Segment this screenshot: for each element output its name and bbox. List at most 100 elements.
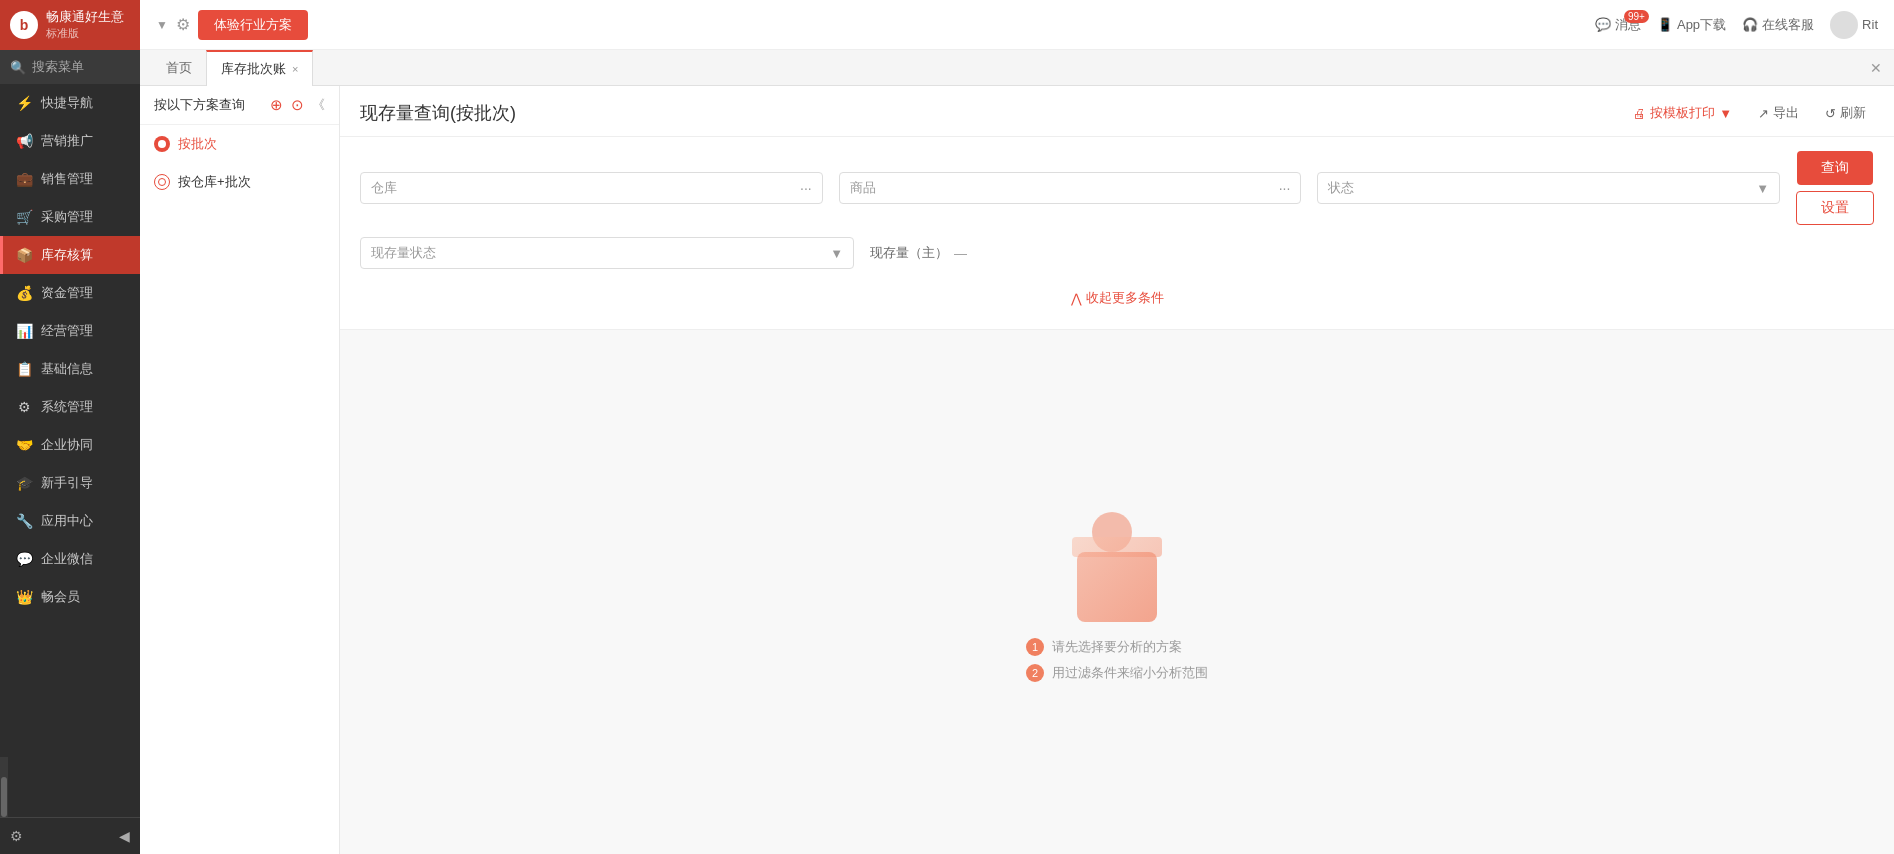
nav-label-4: 库存核算	[41, 246, 93, 264]
query-button[interactable]: 查询	[1797, 151, 1873, 185]
footer-collapse-btn[interactable]: ◀	[119, 828, 130, 844]
filter-row-2: 现存量状态 ▼ 现存量（主） —	[360, 237, 1874, 269]
sidebar-item-畅会员[interactable]: 👑 畅会员	[0, 578, 140, 616]
collapse-filter-icon[interactable]: 《	[312, 96, 325, 114]
collapse-conditions-bar[interactable]: ⋀ 收起更多条件	[360, 281, 1874, 315]
nav-icon-10: 🎓	[15, 474, 33, 492]
nav-label-3: 采购管理	[41, 208, 93, 226]
sidebar-item-企业协同[interactable]: 🤝 企业协同	[0, 426, 140, 464]
filter-item-warehouse-batch[interactable]: 按仓库+批次	[140, 163, 339, 201]
sidebar: b 畅康通好生意 标准版 🔍 搜索菜单 ⚡ 快捷导航 📢 营销推广 💼 销售管理…	[0, 0, 140, 854]
filter-dash: —	[954, 246, 967, 261]
sidebar-item-快捷导航[interactable]: ⚡ 快捷导航	[0, 84, 140, 122]
print-template-btn[interactable]: 🖨 按模板打印 ▼	[1625, 100, 1740, 126]
nav-icon-0: ⚡	[15, 94, 33, 112]
tab-panel-close-icon[interactable]: ✕	[1870, 60, 1882, 76]
sidebar-footer: ⚙ ◀	[0, 817, 140, 854]
nav-label-6: 经营管理	[41, 322, 93, 340]
sidebar-item-经营管理[interactable]: 📊 经营管理	[0, 312, 140, 350]
active-dot	[154, 136, 170, 152]
topbar-right: 💬 消息 99+ 📱 App下载 🎧 在线客服 Rit	[1595, 11, 1878, 39]
online-service-group[interactable]: 🎧 在线客服	[1742, 16, 1814, 34]
stock-status-select[interactable]: 现存量状态 ▼	[360, 237, 854, 269]
stock-status-field: 现存量状态 ▼	[360, 237, 854, 269]
sidebar-item-销售管理[interactable]: 💼 销售管理	[0, 160, 140, 198]
refresh-btn[interactable]: ↺ 刷新	[1817, 100, 1874, 126]
sidebar-search[interactable]: 🔍 搜索菜单	[0, 50, 140, 84]
tab-close-icon[interactable]: ×	[292, 63, 298, 75]
nav-icon-1: 📢	[15, 132, 33, 150]
status-dropdown-icon: ▼	[1756, 181, 1769, 196]
nav-icon-11: 🔧	[15, 512, 33, 530]
nav-label-1: 营销推广	[41, 132, 93, 150]
topbar: ▼ ⚙ 体验行业方案 💬 消息 99+ 📱 App下载 🎧 在线客服 Rit	[140, 0, 1894, 50]
refresh-label: 刷新	[1840, 104, 1866, 122]
sidebar-item-新手引导[interactable]: 🎓 新手引导	[0, 464, 140, 502]
sidebar-item-库存核算[interactable]: 📦 库存核算	[0, 236, 140, 274]
app-title-group: 畅康通好生意 标准版	[46, 9, 124, 41]
sidebar-item-基础信息[interactable]: 📋 基础信息	[0, 350, 140, 388]
warehouse-more-icon[interactable]: ···	[800, 180, 812, 196]
topbar-left: ▼ ⚙ 体验行业方案	[156, 10, 1585, 40]
sidebar-item-系统管理[interactable]: ⚙ 系统管理	[0, 388, 140, 426]
topbar-dropdown[interactable]: ▼	[156, 18, 168, 32]
topbar-gear-icon[interactable]: ⚙	[176, 15, 190, 34]
export-btn[interactable]: ↗ 导出	[1750, 100, 1807, 126]
nav-label-13: 畅会员	[41, 588, 80, 606]
export-label: 导出	[1773, 104, 1799, 122]
filter-item-batch[interactable]: 按批次	[140, 125, 339, 163]
tab-home[interactable]: 首页	[152, 51, 206, 85]
app-logo: b	[10, 11, 38, 39]
messages-badge: 99+	[1624, 10, 1649, 23]
stock-status-dropdown-icon: ▼	[830, 246, 843, 261]
collapse-label: 收起更多条件	[1086, 289, 1164, 307]
settings-scheme-icon[interactable]: ⊙	[291, 96, 304, 114]
filter-panel-header: 按以下方案查询 ⊕ ⊙ 《	[140, 86, 339, 125]
nav-icon-12: 💬	[15, 550, 33, 568]
sidebar-item-营销推广[interactable]: 📢 营销推广	[0, 122, 140, 160]
content-area: 按以下方案查询 ⊕ ⊙ 《 按批次 按仓库+批次 现存量查询(按批次)	[140, 86, 1894, 854]
nav-icon-6: 📊	[15, 322, 33, 340]
sidebar-item-采购管理[interactable]: 🛒 采购管理	[0, 198, 140, 236]
print-dropdown-icon[interactable]: ▼	[1719, 106, 1732, 121]
nav-label-12: 企业微信	[41, 550, 93, 568]
product-input[interactable]: 商品 ···	[839, 172, 1302, 204]
settings-button[interactable]: 设置	[1796, 191, 1874, 225]
print-icon: 🖨	[1633, 106, 1646, 121]
warehouse-input[interactable]: 仓库 ···	[360, 172, 823, 204]
nav-label-7: 基础信息	[41, 360, 93, 378]
scroll-thumb	[1, 777, 7, 817]
inactive-dot	[154, 174, 170, 190]
sidebar-item-企业微信[interactable]: 💬 企业微信	[0, 540, 140, 578]
refresh-icon: ↺	[1825, 106, 1836, 121]
export-icon: ↗	[1758, 106, 1769, 121]
hint-text-2: 用过滤条件来缩小分析范围	[1052, 664, 1208, 682]
sidebar-header: b 畅康通好生意 标准版	[0, 0, 140, 50]
nav-label-0: 快捷导航	[41, 94, 93, 112]
stock-status-label: 现存量状态	[371, 244, 436, 262]
filter-panel-title: 按以下方案查询	[154, 96, 245, 114]
sidebar-item-应用中心[interactable]: 🔧 应用中心	[0, 502, 140, 540]
footer-settings-btn[interactable]: ⚙	[10, 828, 23, 844]
hint-num-2: 2	[1026, 664, 1044, 682]
sidebar-scrollbar[interactable]	[0, 757, 8, 817]
product-more-icon[interactable]: ···	[1279, 180, 1291, 196]
user-group[interactable]: Rit	[1830, 11, 1878, 39]
nav-icon-8: ⚙	[15, 398, 33, 416]
tab-stock-batch[interactable]: 库存批次账 ×	[206, 50, 313, 86]
sidebar-search-label: 搜索菜单	[32, 58, 84, 76]
user-avatar	[1830, 11, 1858, 39]
empty-hints: 1 请先选择要分析的方案 2 用过滤条件来缩小分析范围	[1026, 638, 1208, 682]
add-scheme-icon[interactable]: ⊕	[270, 96, 283, 114]
warehouse-placeholder: 仓库	[371, 179, 397, 197]
trial-industry-button[interactable]: 体验行业方案	[198, 10, 308, 40]
collapse-up-icon: ⋀	[1071, 291, 1082, 306]
app-title: 畅康通好生意	[46, 9, 124, 26]
sidebar-item-资金管理[interactable]: 💰 资金管理	[0, 274, 140, 312]
app-download-group[interactable]: 📱 App下载	[1657, 16, 1726, 34]
empty-illustration	[1057, 502, 1177, 622]
nav-icon-2: 💼	[15, 170, 33, 188]
messages-group[interactable]: 💬 消息 99+	[1595, 16, 1641, 34]
status-select[interactable]: 状态 ▼	[1317, 172, 1780, 204]
main-area: ▼ ⚙ 体验行业方案 💬 消息 99+ 📱 App下载 🎧 在线客服 Rit	[140, 0, 1894, 854]
